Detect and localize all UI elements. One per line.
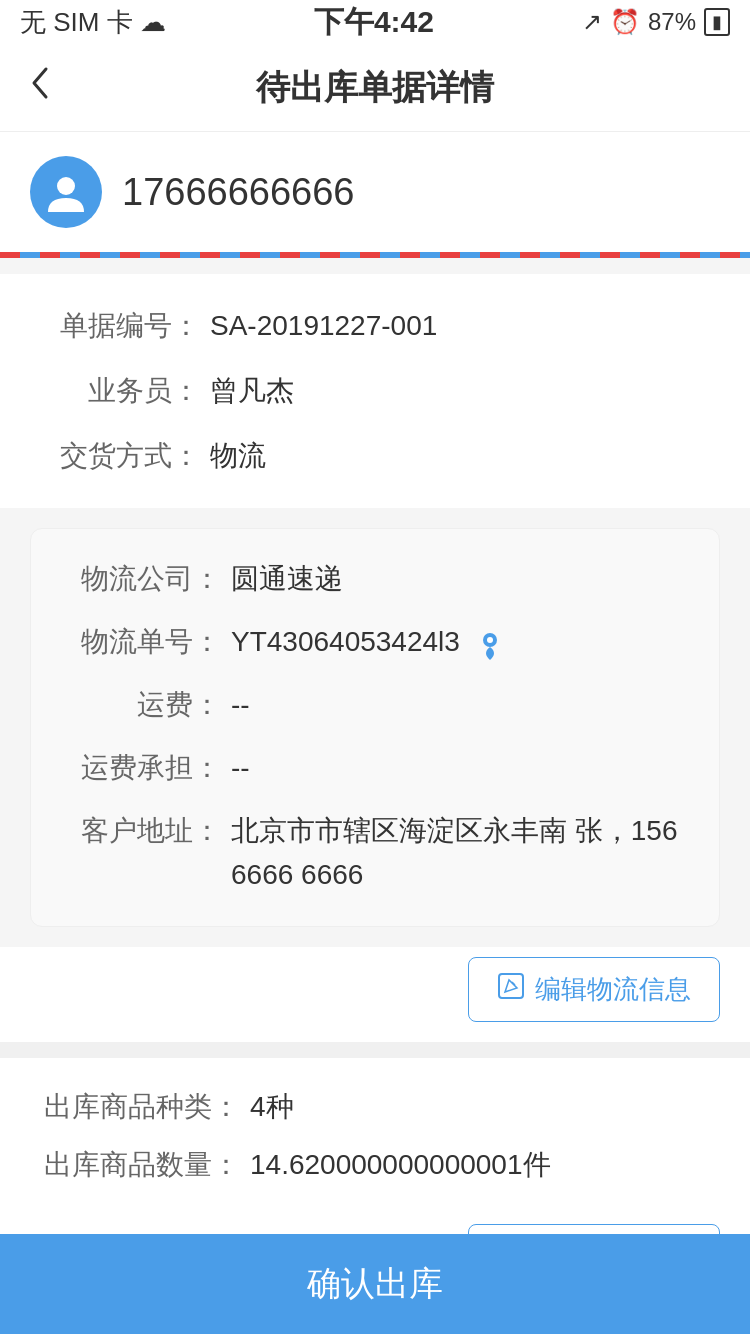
address-value: 北京市市辖区海淀区永丰南 张，156 6666 6666 <box>231 809 689 899</box>
address-label: 客户地址： <box>61 809 221 854</box>
delivery-method-value: 物流 <box>210 434 710 479</box>
logistics-company-label: 物流公司： <box>61 557 221 602</box>
svg-point-2 <box>487 637 493 643</box>
doc-number-row: 单据编号： SA-20191227-001 <box>40 304 710 349</box>
svg-point-0 <box>57 177 75 195</box>
goods-quantity-label: 出库商品数量： <box>40 1146 240 1184</box>
battery-level: 87% <box>648 8 696 36</box>
page-title: 待出库单据详情 <box>256 65 494 111</box>
sales-rep-value: 曾凡杰 <box>210 369 710 414</box>
freight-bear-value: -- <box>231 746 689 791</box>
battery-icon: ▮ <box>704 8 730 36</box>
basic-info-section: 单据编号： SA-20191227-001 业务员： 曾凡杰 交货方式： 物流 <box>0 274 750 508</box>
freight-bear-row: 运费承担： -- <box>61 746 689 791</box>
goods-quantity-value: 14.620000000000001件 <box>250 1146 551 1184</box>
doc-number-value: SA-20191227-001 <box>210 304 710 349</box>
network-status: 无 SIM 卡 ☁ <box>20 5 166 40</box>
section-divider <box>0 1042 750 1058</box>
tracking-number-row: 物流单号： YT43064053424l3 <box>61 620 689 665</box>
logistics-company-row: 物流公司： 圆通速递 <box>61 557 689 602</box>
sales-rep-row: 业务员： 曾凡杰 <box>40 369 710 414</box>
freight-value: -- <box>231 683 689 728</box>
user-header: 17666666666 <box>0 132 750 252</box>
goods-type-label: 出库商品种类： <box>40 1088 240 1126</box>
edit-icon <box>497 972 525 1007</box>
logistics-card: 物流公司： 圆通速递 物流单号： YT43064053424l3 运费： -- <box>30 528 720 927</box>
alarm-icon: ⏰ <box>610 8 640 36</box>
status-right: ↗ ⏰ 87% ▮ <box>582 8 730 36</box>
status-time: 下午4:42 <box>314 2 434 43</box>
address-row: 客户地址： 北京市市辖区海淀区永丰南 张，156 6666 6666 <box>61 809 689 899</box>
tracking-number-label: 物流单号： <box>61 620 221 665</box>
edit-logistics-label: 编辑物流信息 <box>535 972 691 1007</box>
delivery-method-row: 交货方式： 物流 <box>40 434 710 479</box>
back-button[interactable] <box>28 65 52 110</box>
location-icon: ↗ <box>582 8 602 36</box>
user-phone: 17666666666 <box>122 171 354 214</box>
status-left: 无 SIM 卡 ☁ <box>20 5 166 40</box>
freight-label: 运费： <box>61 683 221 728</box>
freight-bear-label: 运费承担： <box>61 746 221 791</box>
avatar <box>30 156 102 228</box>
goods-type-row: 出库商品种类： 4种 <box>40 1088 710 1126</box>
delivery-method-label: 交货方式： <box>40 434 200 479</box>
logistics-company-value: 圆通速递 <box>231 557 689 602</box>
confirm-button-label: 确认出库 <box>307 1261 443 1307</box>
edit-logistics-button[interactable]: 编辑物流信息 <box>468 957 720 1022</box>
freight-row: 运费： -- <box>61 683 689 728</box>
nav-bar: 待出库单据详情 <box>0 44 750 132</box>
confirm-bar[interactable]: 确认出库 <box>0 1234 750 1334</box>
svg-rect-3 <box>499 974 523 998</box>
location-icon <box>472 625 508 661</box>
goods-quantity-row: 出库商品数量： 14.620000000000001件 <box>40 1146 710 1184</box>
status-bar: 无 SIM 卡 ☁ 下午4:42 ↗ ⏰ 87% ▮ <box>0 0 750 44</box>
goods-type-value: 4种 <box>250 1088 294 1126</box>
tracking-number-value: YT43064053424l3 <box>231 620 689 665</box>
sales-rep-label: 业务员： <box>40 369 200 414</box>
doc-number-label: 单据编号： <box>40 304 200 349</box>
edit-logistics-area: 编辑物流信息 <box>0 947 750 1042</box>
goods-section: 出库商品种类： 4种 出库商品数量： 14.620000000000001件 <box>0 1058 750 1214</box>
dashed-separator <box>0 252 750 258</box>
